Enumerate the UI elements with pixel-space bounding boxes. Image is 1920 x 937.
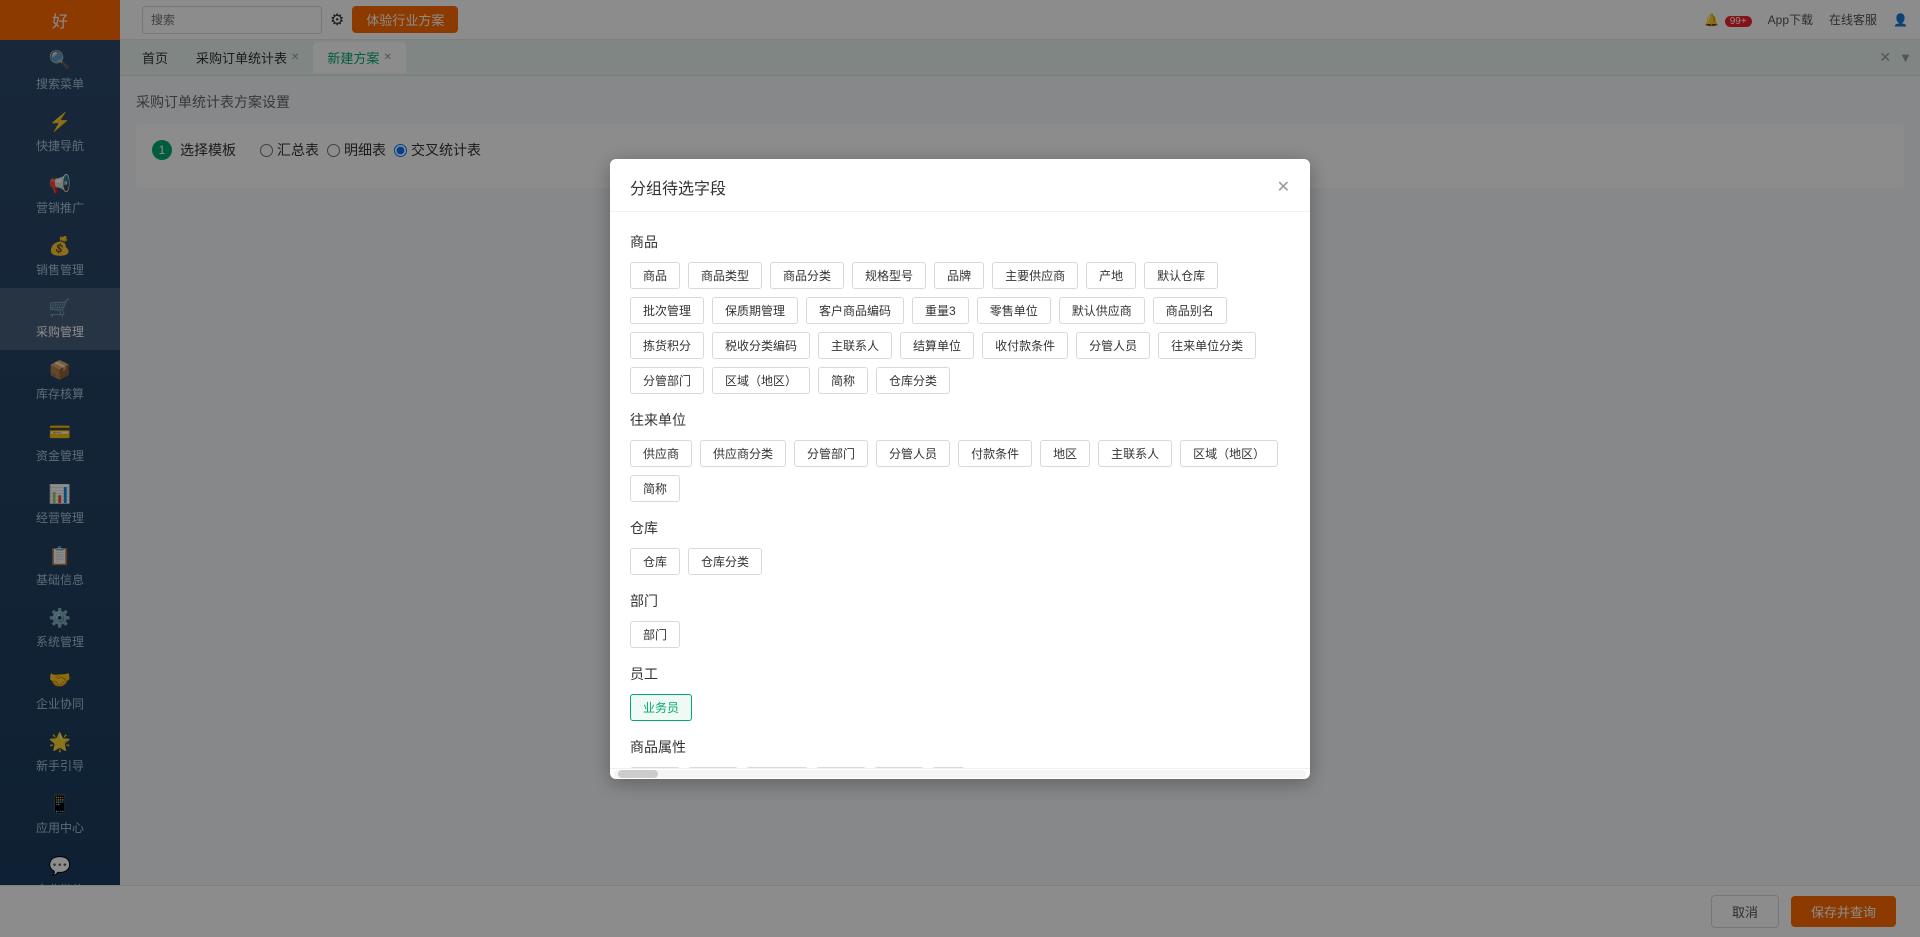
field-tag[interactable]: 简称	[630, 475, 680, 502]
field-tag[interactable]: 区域（地区）	[712, 367, 810, 394]
field-tag[interactable]: 供应商	[630, 440, 692, 467]
field-tag[interactable]: 保质期管理	[712, 297, 798, 324]
field-tag[interactable]: 结算单位	[900, 332, 974, 359]
field-tag[interactable]: 品牌	[934, 262, 984, 289]
dialog-title: 分组待选字段	[630, 175, 726, 199]
section-product-attr-title: 商品属性	[630, 737, 1290, 757]
field-tag[interactable]: 分管人员	[876, 440, 950, 467]
field-tag[interactable]: 仓库分类	[876, 367, 950, 394]
dialog-header: 分组待选字段 ✕	[610, 159, 1310, 212]
field-tag[interactable]: 仓库分类	[688, 548, 762, 575]
field-tag[interactable]: 商品分类	[770, 262, 844, 289]
section-goods-fields: 商品 商品类型 商品分类 规格型号 品牌 主要供应商 产地 默认仓库 批次管理 …	[630, 262, 1290, 394]
field-tag[interactable]: 默认供应商	[1059, 297, 1145, 324]
dialog: 分组待选字段 ✕ 商品 商品 商品类型 商品分类 规格型号 品牌 主要供应商 产…	[610, 159, 1310, 779]
field-tag[interactable]: 主联系人	[1098, 440, 1172, 467]
field-tag[interactable]: 零售单位	[977, 297, 1051, 324]
field-tag[interactable]: 客户商品编码	[806, 297, 904, 324]
field-tag[interactable]: 分管部门	[794, 440, 868, 467]
section-dept-title: 部门	[630, 591, 1290, 611]
field-tag[interactable]: 分管人员	[1076, 332, 1150, 359]
field-tag[interactable]: 付款条件	[958, 440, 1032, 467]
section-warehouse-fields: 仓库 仓库分类	[630, 548, 1290, 575]
field-tag[interactable]: 往来单位分类	[1158, 332, 1256, 359]
field-tag[interactable]: 批次管理	[630, 297, 704, 324]
field-tag[interactable]: 分管部门	[630, 367, 704, 394]
dialog-body[interactable]: 商品 商品 商品类型 商品分类 规格型号 品牌 主要供应商 产地 默认仓库 批次…	[610, 212, 1310, 769]
section-staff-fields: 业务员	[630, 694, 1290, 721]
section-goods-title: 商品	[630, 232, 1290, 252]
field-tag[interactable]: 商品	[630, 262, 680, 289]
field-tag-salesperson[interactable]: 业务员	[630, 694, 692, 721]
field-tag[interactable]: 商品类型	[688, 262, 762, 289]
field-tag[interactable]: 仓库	[630, 548, 680, 575]
field-tag[interactable]: 供应商分类	[700, 440, 786, 467]
dialog-hscroll	[610, 768, 1310, 778]
field-tag[interactable]: 部门	[630, 621, 680, 648]
field-tag[interactable]: 主要供应商	[992, 262, 1078, 289]
field-tag[interactable]: 主联系人	[818, 332, 892, 359]
field-tag[interactable]: 地区	[1040, 440, 1090, 467]
field-tag[interactable]: 简称	[818, 367, 868, 394]
section-staff-title: 员工	[630, 664, 1290, 684]
section-partners-title: 往来单位	[630, 410, 1290, 430]
field-tag[interactable]: 商品别名	[1153, 297, 1227, 324]
dialog-close-button[interactable]: ✕	[1277, 177, 1290, 197]
field-tag[interactable]: 默认仓库	[1144, 262, 1218, 289]
overlay: 分组待选字段 ✕ 商品 商品 商品类型 商品分类 规格型号 品牌 主要供应商 产…	[0, 0, 1920, 937]
field-tag[interactable]: 产地	[1086, 262, 1136, 289]
field-tag[interactable]: 税收分类编码	[712, 332, 810, 359]
field-tag[interactable]: 收付款条件	[982, 332, 1068, 359]
section-partners-fields: 供应商 供应商分类 分管部门 分管人员 付款条件 地区 主联系人 区域（地区） …	[630, 440, 1290, 502]
section-warehouse-title: 仓库	[630, 518, 1290, 538]
field-tag[interactable]: 区域（地区）	[1180, 440, 1278, 467]
section-dept-fields: 部门	[630, 621, 1290, 648]
field-tag[interactable]: 重量3	[912, 297, 969, 324]
field-tag[interactable]: 规格型号	[852, 262, 926, 289]
field-tag[interactable]: 拣货积分	[630, 332, 704, 359]
